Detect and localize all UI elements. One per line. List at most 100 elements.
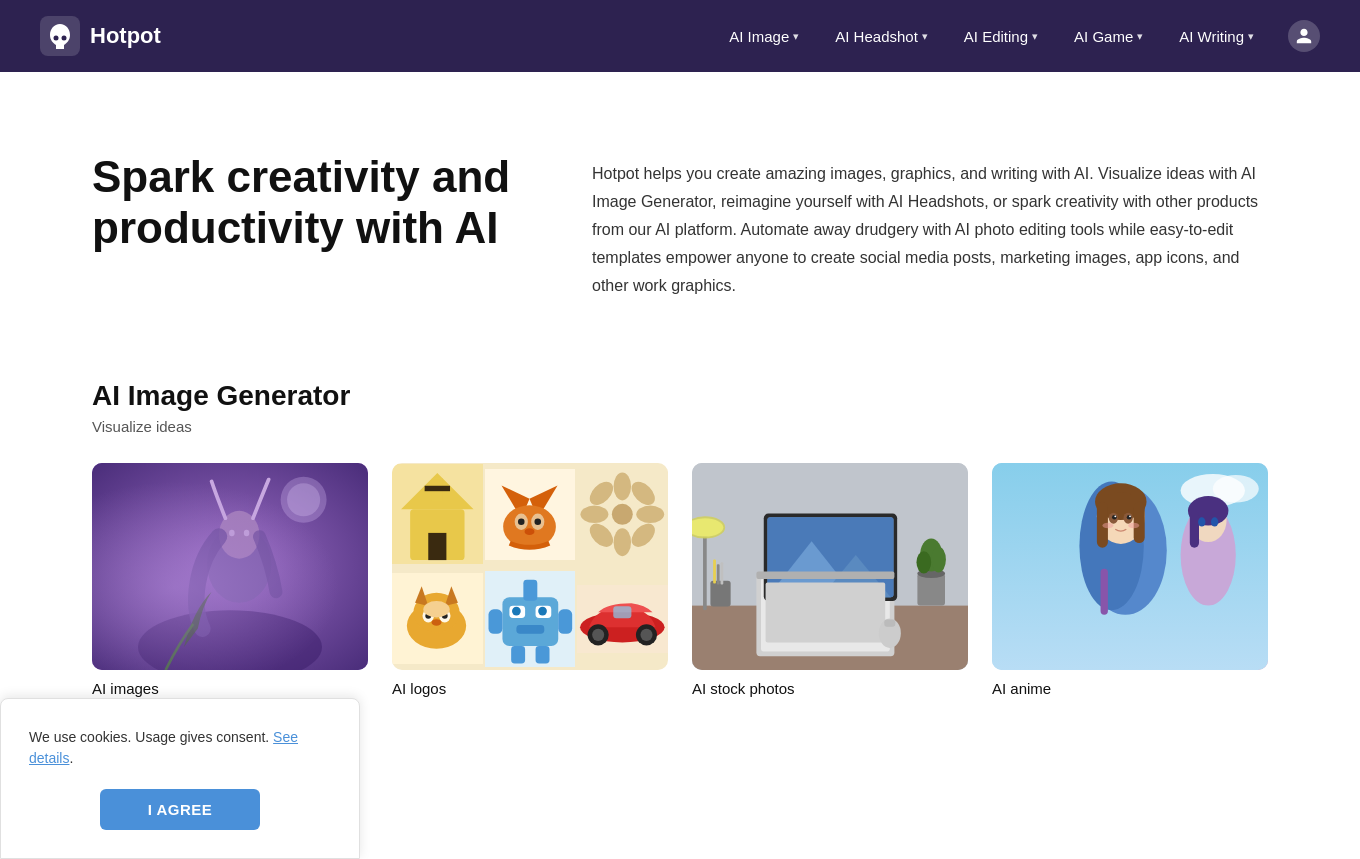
card-image-fantasy <box>92 463 368 670</box>
svg-rect-3 <box>92 463 368 670</box>
svg-point-21 <box>518 518 525 525</box>
card-label-ai-stock: AI stock photos <box>692 680 968 697</box>
svg-point-75 <box>931 547 946 573</box>
svg-point-24 <box>612 504 633 525</box>
card-label-ai-images: AI images <box>92 680 368 697</box>
logo-cell-church <box>392 464 483 564</box>
logo-cell-corgi <box>392 573 483 664</box>
svg-point-103 <box>1112 515 1117 520</box>
svg-point-41 <box>432 620 442 627</box>
hero-title: Spark creativity and productivity with A… <box>92 152 512 253</box>
svg-point-74 <box>916 551 931 573</box>
chevron-down-icon: ▾ <box>793 30 799 43</box>
card-ai-anime[interactable]: AI anime <box>992 463 1268 697</box>
logo-cell-racecar <box>577 585 668 653</box>
svg-point-46 <box>512 607 521 616</box>
svg-rect-96 <box>1101 569 1108 615</box>
svg-point-56 <box>592 629 604 641</box>
svg-rect-50 <box>488 609 502 633</box>
svg-point-108 <box>1128 523 1139 529</box>
chevron-down-icon: ▾ <box>1137 30 1143 43</box>
fantasy-illustration <box>92 463 368 670</box>
card-grid: AI images <box>92 463 1268 697</box>
card-label-ai-logos: AI logos <box>392 680 668 697</box>
card-ai-images[interactable]: AI images <box>92 463 368 697</box>
svg-point-26 <box>614 528 631 556</box>
svg-point-7 <box>229 530 235 536</box>
logo-cell-robot <box>485 571 576 667</box>
svg-rect-52 <box>511 646 525 663</box>
svg-point-8 <box>244 530 250 536</box>
svg-rect-59 <box>614 606 632 618</box>
svg-point-2 <box>62 36 67 41</box>
svg-point-30 <box>628 477 660 509</box>
logo-cell-fox <box>485 469 576 560</box>
chevron-down-icon: ▾ <box>922 30 928 43</box>
svg-rect-51 <box>558 609 572 633</box>
svg-point-10 <box>287 483 320 516</box>
svg-rect-100 <box>1134 502 1145 543</box>
card-image-anime <box>992 463 1268 670</box>
svg-point-9 <box>281 477 327 523</box>
svg-rect-14 <box>425 486 450 491</box>
svg-rect-43 <box>502 597 558 646</box>
svg-rect-53 <box>535 646 549 663</box>
logo-cell-flower <box>577 469 668 560</box>
svg-point-87 <box>1213 475 1259 503</box>
svg-rect-48 <box>516 625 544 634</box>
svg-point-5 <box>207 526 271 603</box>
svg-point-104 <box>1127 515 1132 520</box>
navigation: Hotpot AI Image ▾ AI Headshot ▾ AI Editi… <box>0 0 1360 72</box>
svg-point-4 <box>138 610 322 670</box>
nav-label-ai-editing: AI Editing <box>964 28 1028 45</box>
chevron-down-icon: ▾ <box>1248 30 1254 43</box>
card-image-logos <box>392 463 668 670</box>
svg-rect-15 <box>428 533 446 560</box>
svg-point-29 <box>586 477 618 509</box>
nav-item-ai-headshot[interactable]: AI Headshot ▾ <box>821 20 942 53</box>
svg-point-42 <box>423 601 449 617</box>
svg-point-58 <box>641 629 653 641</box>
cookie-banner: We use cookies. Usage gives consent. See… <box>0 698 360 737</box>
nav-item-ai-writing[interactable]: AI Writing ▾ <box>1165 20 1268 53</box>
card-ai-logos[interactable]: AI logos <box>392 463 668 697</box>
logo-link[interactable]: Hotpot <box>40 16 161 56</box>
svg-rect-81 <box>884 619 895 626</box>
nav-label-ai-game: AI Game <box>1074 28 1133 45</box>
nav-item-ai-image[interactable]: AI Image ▾ <box>715 20 813 53</box>
nav-links: AI Image ▾ AI Headshot ▾ AI Editing ▾ AI… <box>715 20 1320 53</box>
hero-section: Spark creativity and productivity with A… <box>0 72 1360 360</box>
logo-text: Hotpot <box>90 23 161 49</box>
svg-rect-76 <box>710 581 730 607</box>
nav-label-ai-writing: AI Writing <box>1179 28 1244 45</box>
svg-point-1 <box>54 36 59 41</box>
svg-rect-77 <box>713 560 716 584</box>
svg-point-93 <box>1211 517 1218 526</box>
svg-point-31 <box>586 519 618 551</box>
hero-left: Spark creativity and productivity with A… <box>92 152 512 285</box>
nav-item-ai-game[interactable]: AI Game ▾ <box>1060 20 1157 53</box>
svg-rect-71 <box>917 573 945 605</box>
card-image-stock <box>692 463 968 670</box>
user-avatar-button[interactable] <box>1288 20 1320 52</box>
svg-point-6 <box>219 511 259 559</box>
svg-rect-82 <box>703 527 707 610</box>
svg-point-27 <box>581 506 609 523</box>
svg-point-25 <box>614 472 631 500</box>
card-ai-stock-photos[interactable]: AI stock photos <box>692 463 968 697</box>
svg-point-105 <box>1114 515 1116 517</box>
svg-point-106 <box>1129 515 1131 517</box>
svg-rect-69 <box>756 572 894 579</box>
svg-rect-70 <box>766 583 886 643</box>
svg-rect-78 <box>717 564 720 584</box>
nav-label-ai-image: AI Image <box>729 28 789 45</box>
stock-illustration <box>692 463 968 670</box>
svg-rect-49 <box>523 580 537 601</box>
nav-item-ai-editing[interactable]: AI Editing ▾ <box>950 20 1052 53</box>
svg-point-22 <box>534 518 541 525</box>
hero-right: Hotpot helps you create amazing images, … <box>592 152 1268 300</box>
svg-point-28 <box>637 506 665 523</box>
anime-illustration <box>992 463 1268 670</box>
chevron-down-icon: ▾ <box>1032 30 1038 43</box>
svg-point-107 <box>1102 523 1113 529</box>
